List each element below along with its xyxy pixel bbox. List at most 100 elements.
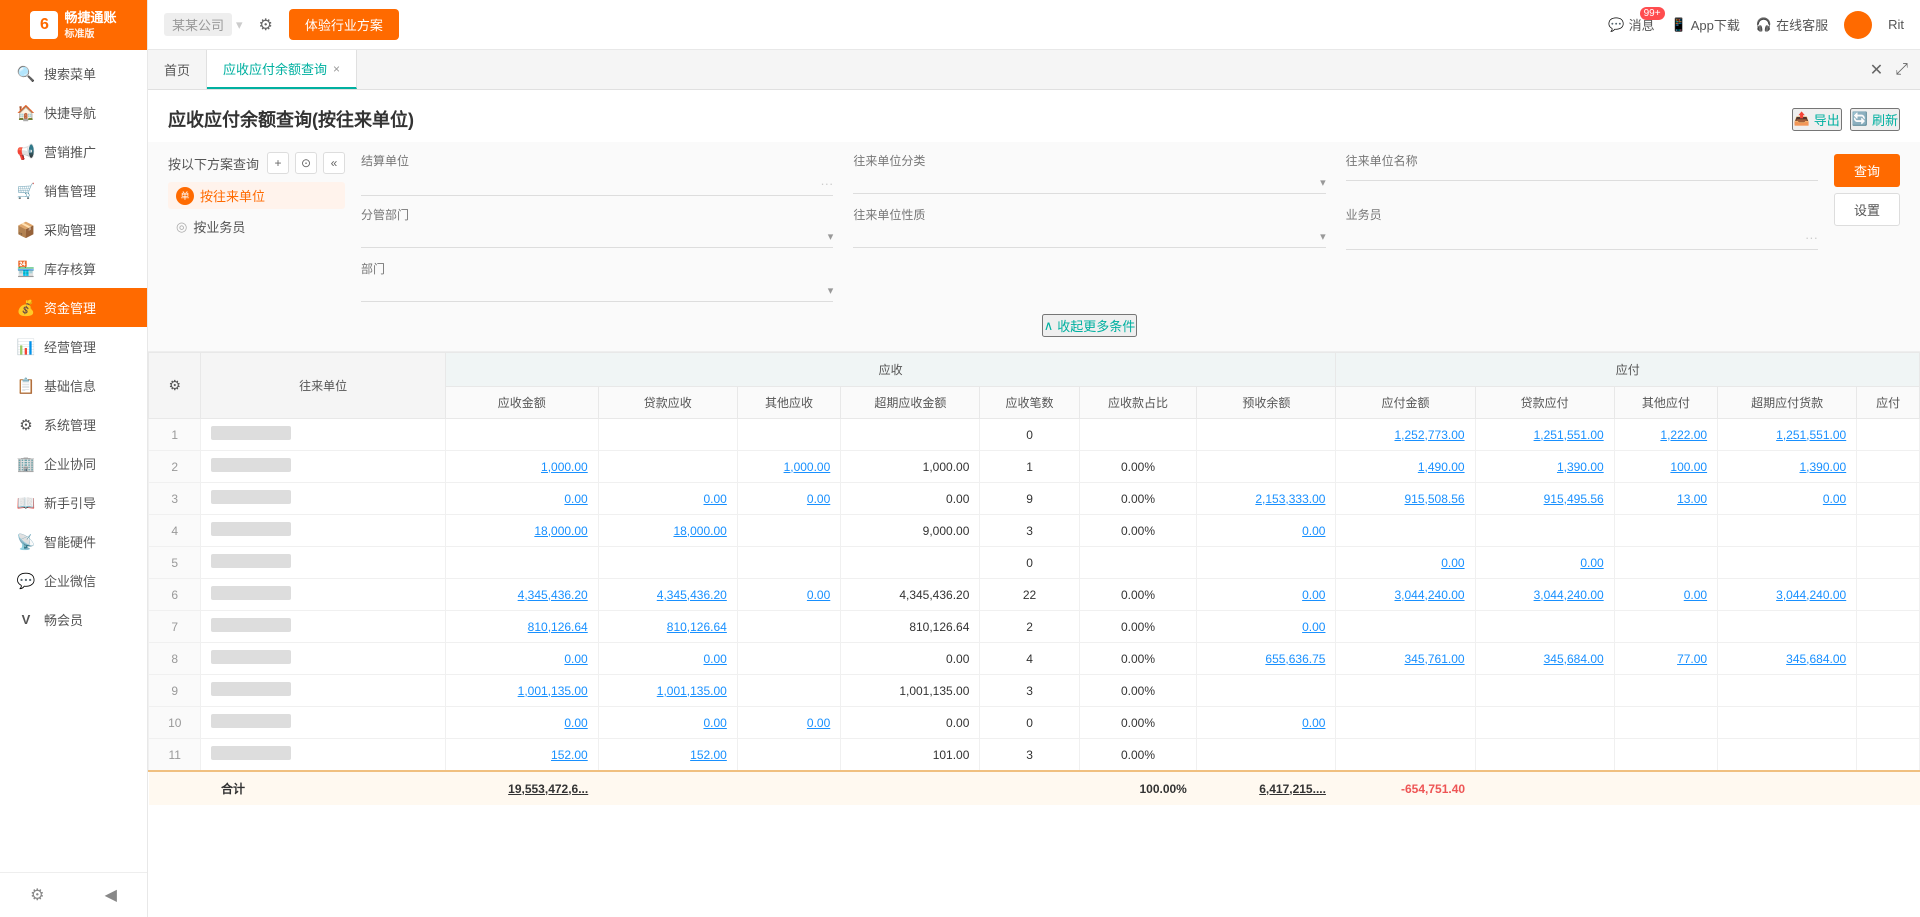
- row-yf-chaoqi[interactable]: 3,044,240.00: [1718, 579, 1857, 611]
- row-ys-daikuan[interactable]: 0.00: [598, 707, 737, 739]
- sidebar-item-guide[interactable]: 📖 新手引导: [0, 483, 147, 522]
- row-ys-daikuan[interactable]: 1,001,135.00: [598, 675, 737, 707]
- schema2-icon: ◎: [176, 219, 187, 235]
- sidebar-item-quicknav[interactable]: 🏠 快捷导航: [0, 93, 147, 132]
- field-jiesuan-input[interactable]: ···: [361, 172, 833, 196]
- footer-ys-jine[interactable]: 19,553,472,6...: [445, 771, 598, 805]
- sidebar-collapse-btn[interactable]: ◀: [97, 881, 125, 909]
- row-yf-jine[interactable]: 915,508.56: [1336, 483, 1475, 515]
- sidebar-item-vip[interactable]: V 畅会员: [0, 600, 147, 639]
- row-ys-jine[interactable]: 1,001,135.00: [445, 675, 598, 707]
- row-yf-jine[interactable]: 1,490.00: [1336, 451, 1475, 483]
- sidebar-item-purchase[interactable]: 📦 采购管理: [0, 210, 147, 249]
- sidebar-item-enterprise[interactable]: 🏢 企业协同: [0, 444, 147, 483]
- row-ys-jine[interactable]: 810,126.64: [445, 611, 598, 643]
- enterprise-icon: 🏢: [16, 455, 36, 473]
- query-btn[interactable]: 查询: [1834, 154, 1900, 187]
- row-yf-chaoqi[interactable]: 1,251,551.00: [1718, 419, 1857, 451]
- sidebar-settings-btn[interactable]: ⚙: [22, 881, 52, 909]
- row-yf-jine[interactable]: 1,252,773.00: [1336, 419, 1475, 451]
- row-ys-yue[interactable]: 2,153,333.00: [1197, 483, 1336, 515]
- row-yf-daikuan[interactable]: 0.00: [1475, 547, 1614, 579]
- schema-collapse-btn[interactable]: «: [323, 152, 345, 174]
- row-ys-jine[interactable]: 0.00: [445, 643, 598, 675]
- filter-settings-btn[interactable]: 设置: [1834, 193, 1900, 226]
- export-btn[interactable]: 📤 导出: [1792, 108, 1842, 131]
- row-yf-daikuan[interactable]: 3,044,240.00: [1475, 579, 1614, 611]
- row-ys-daikuan[interactable]: 0.00: [598, 643, 737, 675]
- sidebar-item-finance[interactable]: 💰 资金管理: [0, 288, 147, 327]
- field-fenguan-input[interactable]: ▾: [361, 226, 833, 248]
- row-ys-qita[interactable]: 1,000.00: [737, 451, 840, 483]
- row-ys-jine[interactable]: 4,345,436.20: [445, 579, 598, 611]
- table-gear-header[interactable]: ⚙: [149, 353, 201, 419]
- schema-item-wanglai[interactable]: 单 按往来单位: [168, 182, 345, 209]
- row-ys-yue[interactable]: 0.00: [1197, 579, 1336, 611]
- row-yf-qita[interactable]: 13.00: [1614, 483, 1717, 515]
- sidebar-item-search[interactable]: 🔍 搜索菜单: [0, 54, 147, 93]
- sidebar-item-basic[interactable]: 📋 基础信息: [0, 366, 147, 405]
- sidebar-item-operations[interactable]: 📊 经营管理: [0, 327, 147, 366]
- row-ys-jine[interactable]: 1,000.00: [445, 451, 598, 483]
- field-wanglai-xingzhi-input[interactable]: ▾: [853, 226, 1325, 248]
- row-ys-daikuan[interactable]: 18,000.00: [598, 515, 737, 547]
- row-ys-yue[interactable]: 0.00: [1197, 611, 1336, 643]
- username[interactable]: Rit: [1888, 17, 1904, 32]
- row-yf-jine[interactable]: 3,044,240.00: [1336, 579, 1475, 611]
- schema-settings-btn[interactable]: ⊙: [295, 152, 317, 174]
- user-avatar[interactable]: [1844, 11, 1872, 39]
- topbar-gear-icon[interactable]: ⚙: [259, 15, 273, 35]
- row-ys-qita[interactable]: 0.00: [737, 579, 840, 611]
- row-ys-qita[interactable]: 0.00: [737, 483, 840, 515]
- row-yf-qita[interactable]: 100.00: [1614, 451, 1717, 483]
- tab-close-btn[interactable]: ×: [333, 62, 340, 76]
- row-ys-daikuan[interactable]: 4,345,436.20: [598, 579, 737, 611]
- window-expand-btn[interactable]: ⤢: [1891, 57, 1912, 83]
- schema-item-yewuyuan[interactable]: ◎ 按业务员: [168, 213, 345, 240]
- row-yf-daikuan[interactable]: 915,495.56: [1475, 483, 1614, 515]
- row-yf-jine[interactable]: 345,761.00: [1336, 643, 1475, 675]
- row-yf-daikuan[interactable]: 1,390.00: [1475, 451, 1614, 483]
- sidebar-item-wechat[interactable]: 💬 企业微信: [0, 561, 147, 600]
- row-yf-daikuan[interactable]: 1,251,551.00: [1475, 419, 1614, 451]
- sidebar-item-inventory[interactable]: 🏪 库存核算: [0, 249, 147, 288]
- field-bumen-input[interactable]: ▾: [361, 280, 833, 302]
- row-yf-chaoqi[interactable]: 345,684.00: [1718, 643, 1857, 675]
- sidebar-item-system[interactable]: ⚙ 系统管理: [0, 405, 147, 444]
- row-yf-qita[interactable]: 0.00: [1614, 579, 1717, 611]
- row-yf-qita[interactable]: 77.00: [1614, 643, 1717, 675]
- footer-ys-yue[interactable]: 6,417,215....: [1197, 771, 1336, 805]
- row-ys-daikuan[interactable]: 0.00: [598, 483, 737, 515]
- window-close-btn[interactable]: ✕: [1866, 56, 1887, 84]
- tab-ar-query[interactable]: 应收应付余额查询 ×: [207, 50, 357, 89]
- schema-add-btn[interactable]: +: [267, 152, 289, 174]
- row-ys-yue[interactable]: 0.00: [1197, 515, 1336, 547]
- row-ys-daikuan[interactable]: 152.00: [598, 739, 737, 772]
- sidebar-item-hardware[interactable]: 📡 智能硬件: [0, 522, 147, 561]
- row-ys-jine[interactable]: 0.00: [445, 483, 598, 515]
- row-ys-daikuan[interactable]: 810,126.64: [598, 611, 737, 643]
- message-btn[interactable]: 💬 消息 99+: [1608, 15, 1654, 34]
- refresh-btn[interactable]: 🔄 刷新: [1850, 108, 1900, 131]
- row-ys-qita[interactable]: 0.00: [737, 707, 840, 739]
- trial-btn[interactable]: 体验行业方案: [289, 9, 399, 40]
- row-ys-yue[interactable]: 655,636.75: [1197, 643, 1336, 675]
- row-ys-yue[interactable]: 0.00: [1197, 707, 1336, 739]
- app-download-btn[interactable]: 📱 App下载: [1671, 15, 1740, 34]
- row-ys-jine[interactable]: 152.00: [445, 739, 598, 772]
- row-ys-jine[interactable]: 18,000.00: [445, 515, 598, 547]
- online-service-btn[interactable]: 🎧 在线客服: [1756, 15, 1828, 34]
- row-yf-qita[interactable]: 1,222.00: [1614, 419, 1717, 451]
- collapse-btn[interactable]: ∧ 收起更多条件: [1042, 314, 1138, 337]
- sidebar-item-marketing[interactable]: 📢 营销推广: [0, 132, 147, 171]
- field-wanglai-mingcheng-input[interactable]: [1346, 172, 1818, 181]
- row-yf-jine[interactable]: 0.00: [1336, 547, 1475, 579]
- row-yf-chaoqi[interactable]: 1,390.00: [1718, 451, 1857, 483]
- row-yf-chaoqi[interactable]: 0.00: [1718, 483, 1857, 515]
- row-ys-jine[interactable]: 0.00: [445, 707, 598, 739]
- field-wanglai-fenlei-input[interactable]: ▾: [853, 172, 1325, 194]
- row-yf-daikuan[interactable]: 345,684.00: [1475, 643, 1614, 675]
- tab-home[interactable]: 首页: [148, 50, 207, 89]
- sidebar-item-sales[interactable]: 🛒 销售管理: [0, 171, 147, 210]
- field-yewuyuan-input[interactable]: ···: [1346, 226, 1818, 250]
